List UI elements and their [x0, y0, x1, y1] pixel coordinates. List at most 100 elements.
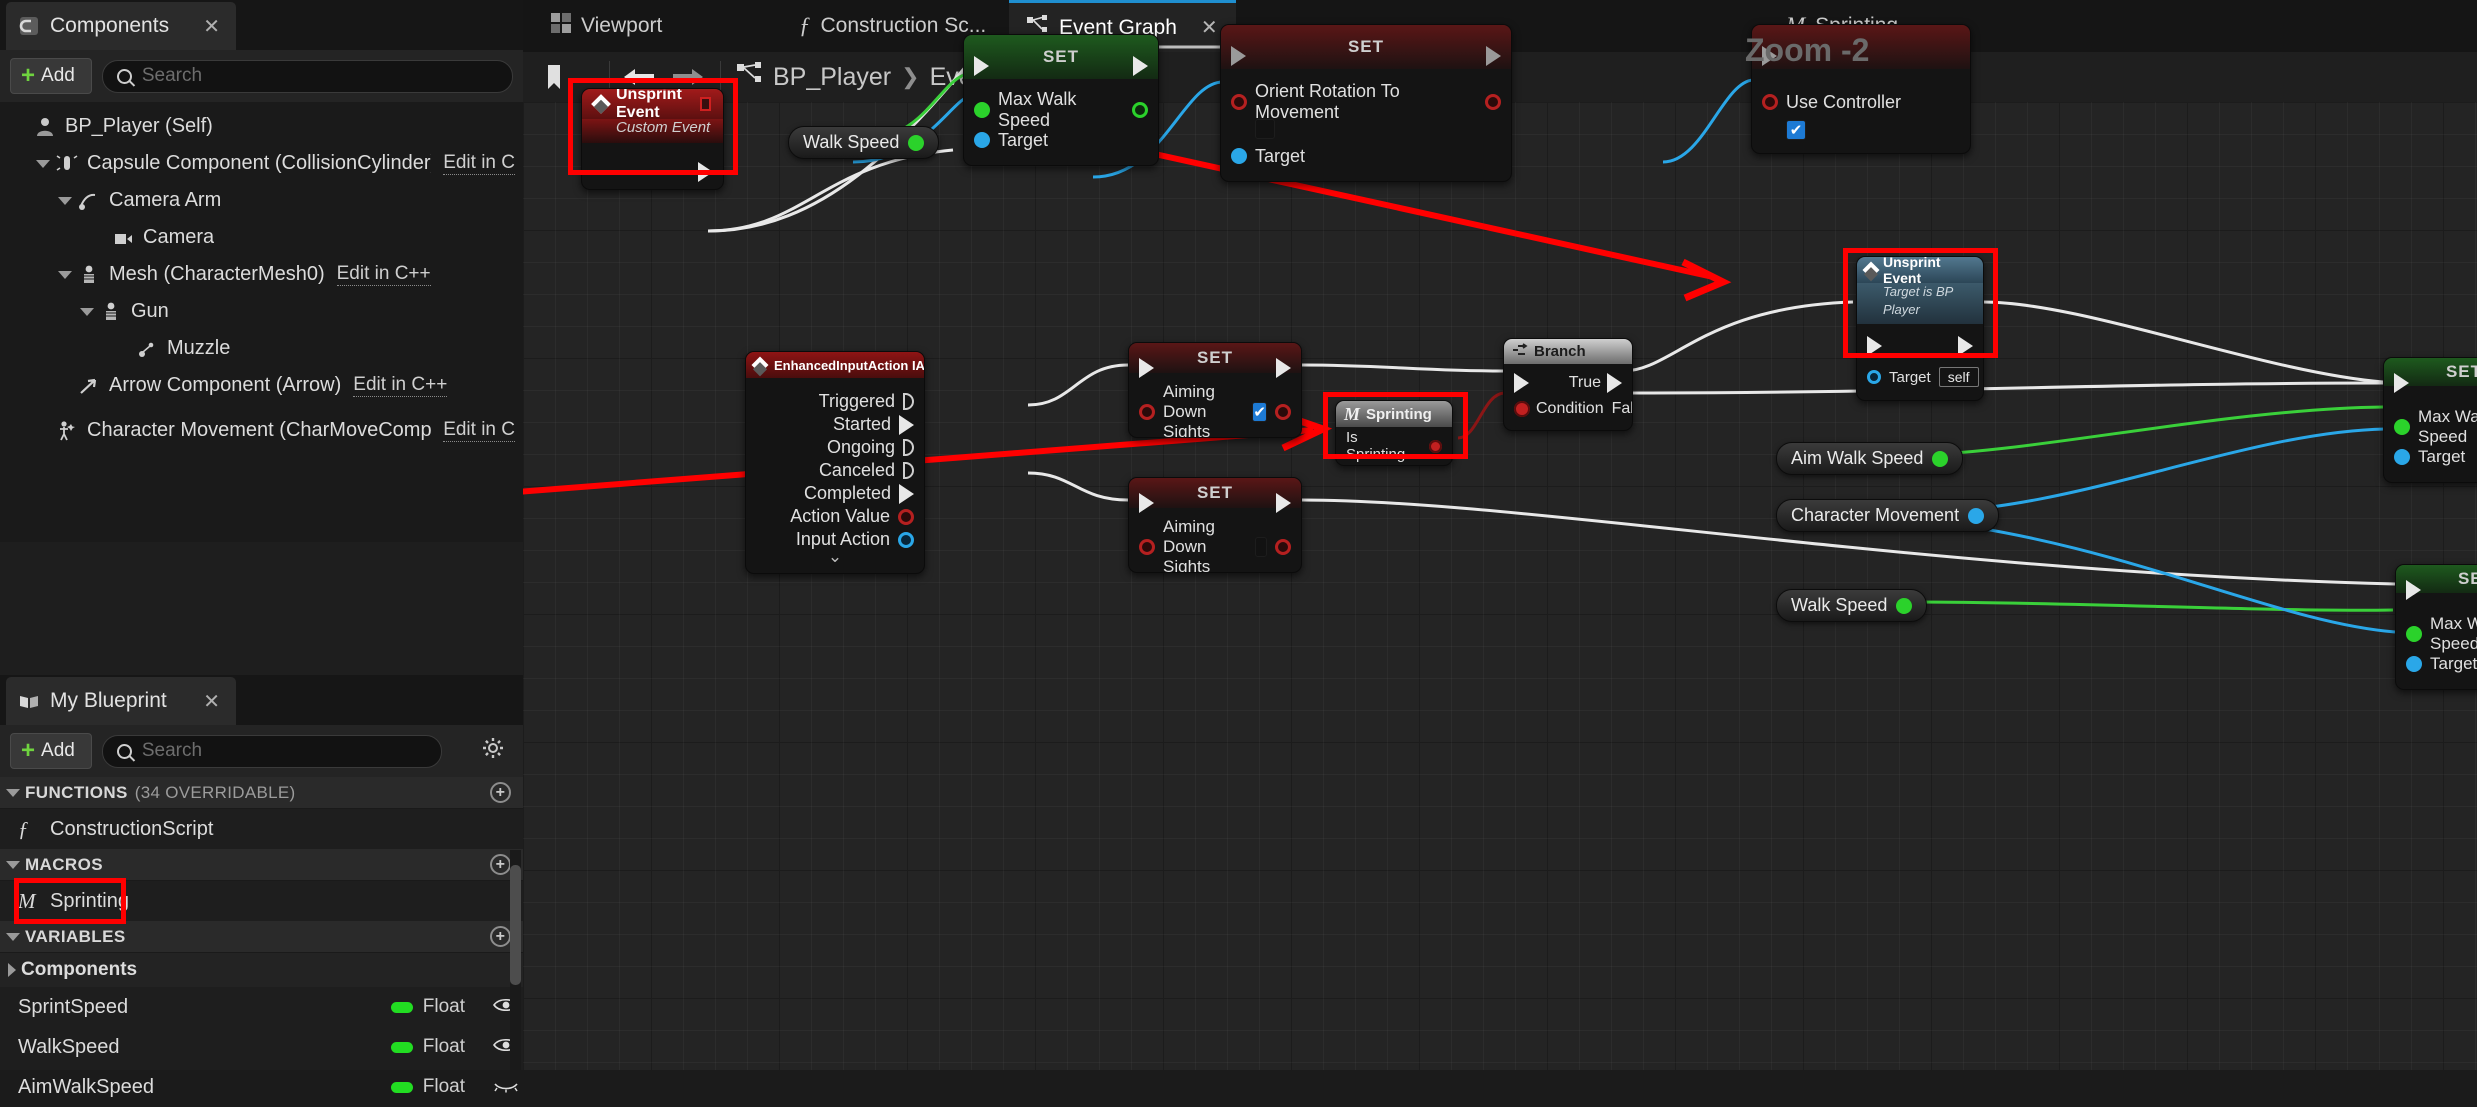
pin-row-canceled[interactable]: Canceled: [746, 459, 924, 482]
edit-in-cpp-link[interactable]: Edit in C++: [336, 263, 431, 286]
node-unsprint-event-call[interactable]: Unsprint Event Target is BP Player Targe…: [1856, 256, 1984, 401]
exec-in-pin[interactable]: [1867, 336, 1882, 356]
pin-row-condition-false[interactable]: Condition False: [1504, 396, 1632, 422]
node-get-aim-walk-speed[interactable]: Aim Walk Speed: [1776, 442, 1964, 475]
exec-in-pin[interactable]: [1139, 358, 1154, 378]
pin-row-target[interactable]: Target: [1221, 141, 1511, 171]
float-pin-icon[interactable]: [2406, 626, 2422, 642]
aiming-down-sights-checkbox[interactable]: ✔: [1252, 402, 1267, 422]
float-pin-icon[interactable]: [2394, 419, 2410, 435]
node-set-max-walk-speed-mid[interactable]: SET Max Walk Speed Target: [2383, 357, 2477, 483]
variable-row[interactable]: SprintSpeed Float: [0, 987, 523, 1027]
float-pin-icon[interactable]: [974, 102, 990, 118]
chevron-down-icon[interactable]: [58, 270, 72, 279]
pin-row-ongoing[interactable]: Ongoing: [746, 436, 924, 459]
pin-row-triggered[interactable]: Triggered: [746, 390, 924, 413]
pin-row-max-walk-speed[interactable]: Max Walk Speed: [2396, 614, 2477, 653]
edit-in-cpp-link[interactable]: Edit in C: [443, 419, 515, 442]
gear-icon[interactable]: [481, 736, 505, 766]
add-component-button[interactable]: + Add: [10, 58, 92, 94]
exec-in-pin[interactable]: [1231, 46, 1246, 66]
chevron-down-icon[interactable]: [6, 932, 20, 941]
exec-out-pin[interactable]: [698, 162, 713, 182]
exec-in-pin[interactable]: [2394, 373, 2409, 393]
node-set-max-walk-speed-bottom[interactable]: SET Max Walk Speed Target: [2395, 564, 2477, 690]
use-controller-checkbox[interactable]: ✔: [1786, 120, 1806, 140]
chevron-down-icon[interactable]: [58, 196, 72, 205]
pin-row-started[interactable]: Started: [746, 413, 924, 436]
pin-row-completed[interactable]: Completed: [746, 482, 924, 505]
exec-out-pin[interactable]: [899, 483, 914, 504]
tree-row[interactable]: BP_Player (Self): [0, 108, 523, 145]
exec-in-pin[interactable]: [2406, 580, 2421, 600]
myblueprint-scrollbar-thumb[interactable]: [510, 865, 521, 985]
tree-row[interactable]: Camera: [0, 219, 523, 256]
object-pin-icon[interactable]: [2406, 656, 2422, 672]
bool-out-pin-icon[interactable]: [1485, 94, 1501, 110]
pin-row-use-controller[interactable]: Use Controller: [1752, 87, 1970, 117]
bookmark-icon[interactable]: [531, 54, 577, 100]
exec-in-pin[interactable]: [974, 56, 989, 76]
exec-out-pin-hollow[interactable]: [903, 462, 914, 479]
chevron-down-icon[interactable]: [6, 788, 20, 797]
object-pin-icon[interactable]: [2394, 449, 2410, 465]
object-pin-icon[interactable]: [1231, 148, 1247, 164]
pin-row-orient-rotation[interactable]: Orient Rotation To Movement: [1221, 81, 1511, 122]
tree-row[interactable]: Capsule Component (CollisionCylinder) Ed…: [0, 145, 523, 182]
pin-row-target[interactable]: Target: [2396, 649, 2477, 679]
pin-row-aiming-down-sights[interactable]: Aiming Down Sights: [1129, 517, 1301, 572]
add-blueprint-item-button[interactable]: + Add: [10, 733, 92, 769]
variable-row[interactable]: WalkSpeed Float: [0, 1027, 523, 1067]
graph-canvas[interactable]: SET Max Walk Speed Target SET Orient Rot…: [523, 24, 2477, 1070]
breadcrumb-item-blueprint[interactable]: BP_Player: [773, 63, 891, 92]
bool-pin-icon[interactable]: [1762, 94, 1778, 110]
chevron-right-icon[interactable]: [8, 963, 16, 977]
bool-out-pin-icon[interactable]: [1429, 439, 1442, 453]
tab-my-blueprint[interactable]: My Blueprint ✕: [6, 677, 236, 725]
close-icon[interactable]: ✕: [179, 14, 220, 39]
exec-out-true-pin[interactable]: [1607, 373, 1622, 393]
pin-row-exec[interactable]: [1857, 334, 1983, 358]
node-unsprint-custom-event[interactable]: Unsprint Event Custom Event: [581, 88, 724, 190]
variable-group-components[interactable]: Components: [0, 953, 523, 987]
chevron-down-icon[interactable]: ⌄: [746, 548, 924, 565]
node-set-max-walk-speed-top[interactable]: SET Max Walk Speed Target: [963, 34, 1159, 166]
edit-in-cpp-link[interactable]: Edit in C++: [353, 374, 448, 397]
variable-row[interactable]: AimWalkSpeed Float: [0, 1067, 523, 1107]
object-out-pin-icon[interactable]: [898, 531, 914, 548]
add-function-button[interactable]: +: [490, 782, 511, 803]
float-out-pin-icon[interactable]: [1132, 102, 1148, 118]
node-set-orient-rotation[interactable]: SET Orient Rotation To Movement Target: [1220, 24, 1512, 182]
close-icon[interactable]: ✕: [179, 689, 220, 714]
pin-row-max-walk-speed[interactable]: Max Walk Speed: [2384, 407, 2477, 446]
node-get-character-movement[interactable]: Character Movement: [1776, 499, 2000, 532]
section-macros[interactable]: MACROS +: [0, 849, 523, 881]
tree-row[interactable]: Muzzle: [0, 330, 523, 367]
float-out-pin-icon[interactable]: [1932, 450, 1949, 467]
section-functions[interactable]: FUNCTIONS (34 OVERRIDABLE) +: [0, 777, 523, 809]
pin-row-exec-true[interactable]: True: [1504, 370, 1632, 396]
chevron-down-icon[interactable]: [36, 159, 50, 168]
bool-pin-icon[interactable]: [1139, 539, 1155, 555]
object-out-pin-icon[interactable]: [1968, 507, 1985, 524]
pin-row-checkbox[interactable]: ✔: [1752, 117, 1970, 143]
bool-out-pin-icon[interactable]: [1275, 404, 1291, 420]
close-icon[interactable]: ✕: [1201, 15, 1218, 40]
node-get-walk-speed-top[interactable]: Walk Speed: [788, 126, 940, 159]
exec-in-pin[interactable]: [1139, 493, 1154, 513]
orient-rotation-checkbox[interactable]: [1255, 119, 1275, 139]
float-out-pin-icon[interactable]: [908, 134, 925, 151]
add-variable-button[interactable]: +: [490, 926, 511, 947]
exec-out-pin[interactable]: [899, 414, 914, 435]
tree-row[interactable]: Mesh (CharacterMesh0) Edit in C++: [0, 256, 523, 293]
tree-row[interactable]: Character Movement (CharMoveComp) Edit i…: [0, 412, 523, 449]
tab-viewport[interactable]: Viewport: [533, 0, 680, 52]
section-variables[interactable]: VARIABLES +: [0, 921, 523, 953]
tree-row[interactable]: Arrow Component (Arrow) Edit in C++: [0, 367, 523, 404]
bool-out-pin-icon[interactable]: [1275, 539, 1291, 555]
pin-row-exec-out[interactable]: [582, 157, 723, 187]
exec-in-pin[interactable]: [1514, 373, 1529, 393]
exec-out-pin[interactable]: [1133, 56, 1148, 76]
float-out-pin-icon[interactable]: [1896, 597, 1913, 614]
pin-row-max-walk-speed[interactable]: Max Walk Speed: [964, 89, 1158, 130]
